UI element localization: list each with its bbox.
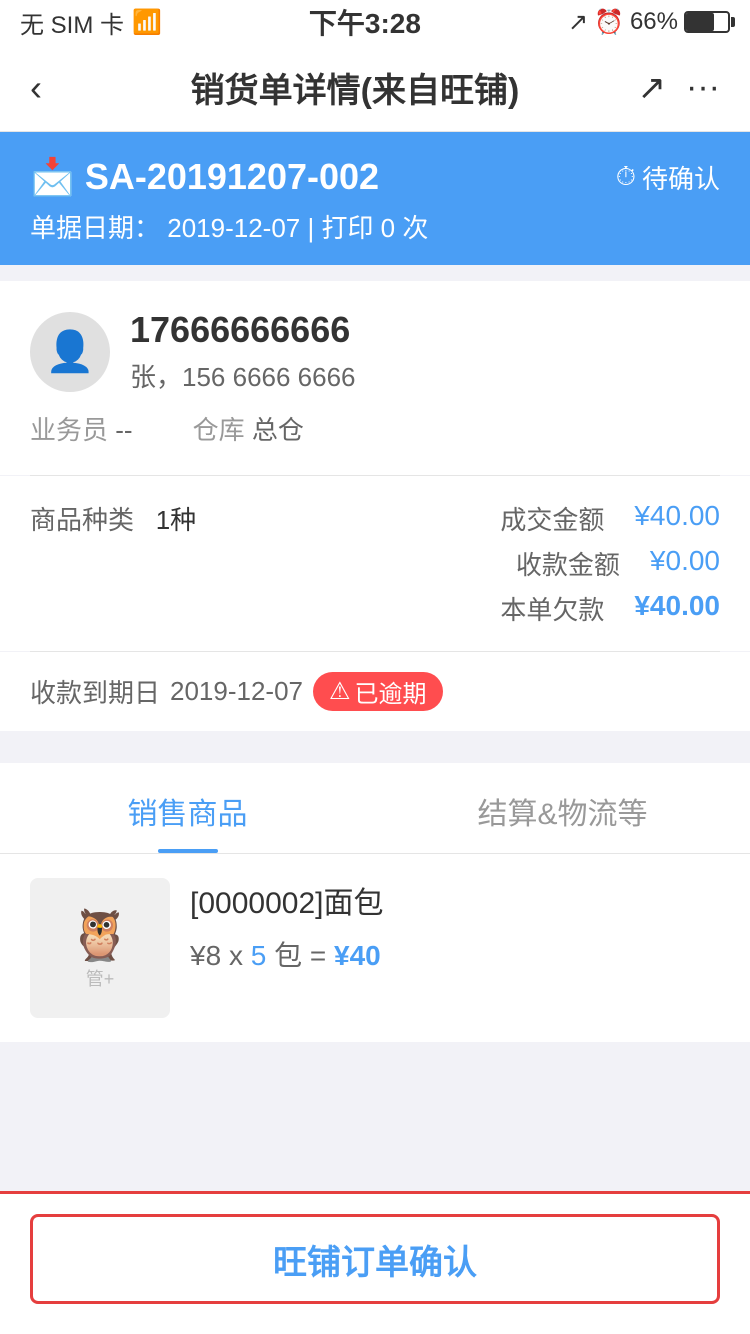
battery-icon (684, 11, 730, 33)
section-divider-3 (0, 731, 750, 747)
overdue-badge: ⚠ 已逾期 (313, 672, 443, 711)
product-name: [0000002]面包 (190, 878, 720, 922)
confirm-order-button[interactable]: 旺铺订单确认 (30, 1214, 720, 1304)
clock-icon: ⏱ (616, 161, 636, 193)
confirm-button-wrap: 旺铺订单确认 (0, 1191, 750, 1334)
salesperson-field: 业务员 -- (30, 410, 133, 447)
location-icon: ↗ (568, 8, 588, 37)
summary-section: 商品种类 1种 成交金额 ¥40.00 收款金额 ¥0.00 本单欠款 ¥40.… (0, 476, 750, 651)
battery-percent: 66% (630, 8, 678, 36)
alarm-icon: ⏰ (594, 8, 624, 37)
share-icon[interactable]: ↗︎ (638, 68, 667, 108)
amount-summary: 成交金额 ¥40.00 收款金额 ¥0.00 本单欠款 ¥40.00 (500, 500, 720, 627)
order-date: 单据日期： 2019-12-07 | 打印 0 次 (30, 208, 720, 245)
page-title: 销货单详情(来自旺铺) (90, 63, 620, 112)
carrier-text: 无 SIM 卡 (20, 5, 124, 40)
product-detail: [0000002]面包 ¥8 x 5 包 = ¥40 (190, 878, 720, 974)
avatar: 👤 (30, 312, 110, 392)
customer-name: 张，156 6666 6666 (130, 357, 720, 394)
order-status: ⏱ 待确认 (616, 159, 720, 196)
brand-label: 管+ (86, 965, 115, 991)
customer-phone: 17666666666 (130, 309, 720, 351)
more-icon[interactable]: ··· (686, 68, 720, 107)
nav-actions: ↗︎ ··· (620, 68, 720, 108)
nav-bar: ‹ 销货单详情(来自旺铺) ↗︎ ··· (0, 44, 750, 132)
product-section: 🦉 管+ [0000002]面包 ¥8 x 5 包 = ¥40 (0, 854, 750, 1042)
tabs-section: 销售商品 结算&物流等 (0, 763, 750, 854)
customer-section: 👤 17666666666 张，156 6666 6666 业务员 -- 仓库 … (0, 281, 750, 475)
status-bar: 无 SIM 卡 📶 下午3:28 ↗ ⏰ 66% (0, 0, 750, 44)
order-icon: 📩 (30, 156, 75, 198)
product-price: ¥8 x 5 包 = ¥40 (190, 934, 720, 974)
received-row: 收款金额 ¥0.00 (516, 545, 720, 582)
product-type-label: 商品种类 1种 (30, 500, 196, 537)
tabs-row: 销售商品 结算&物流等 (0, 763, 750, 853)
tab-settlement[interactable]: 结算&物流等 (375, 763, 750, 853)
status-right: ↗ ⏰ 66% (568, 8, 730, 37)
warning-icon: ⚠ (329, 677, 351, 706)
product-item: 🦉 管+ [0000002]面包 ¥8 x 5 包 = ¥40 (30, 878, 720, 1018)
status-time: 下午3:28 (309, 2, 421, 42)
customer-info: 17666666666 张，156 6666 6666 (130, 309, 720, 394)
customer-meta: 业务员 -- 仓库 总仓 (30, 410, 720, 447)
wifi-icon: 📶 (132, 8, 162, 37)
order-banner: 📩 SA-20191207-002 ⏱ 待确认 单据日期： 2019-12-07… (0, 132, 750, 265)
order-id: 📩 SA-20191207-002 (30, 156, 379, 198)
status-left: 无 SIM 卡 📶 (20, 5, 162, 40)
warehouse-field: 仓库 总仓 (193, 410, 304, 447)
deal-amount-row: 成交金额 ¥40.00 (500, 500, 720, 537)
product-thumbnail: 🦉 管+ (30, 878, 170, 1018)
product-thumb-icon: 🦉 (69, 906, 131, 965)
due-date-section: 收款到期日 2019-12-07 ⚠ 已逾期 (0, 652, 750, 731)
tab-products[interactable]: 销售商品 (0, 763, 375, 853)
back-button[interactable]: ‹ (30, 67, 90, 109)
owed-row: 本单欠款 ¥40.00 (500, 590, 720, 627)
